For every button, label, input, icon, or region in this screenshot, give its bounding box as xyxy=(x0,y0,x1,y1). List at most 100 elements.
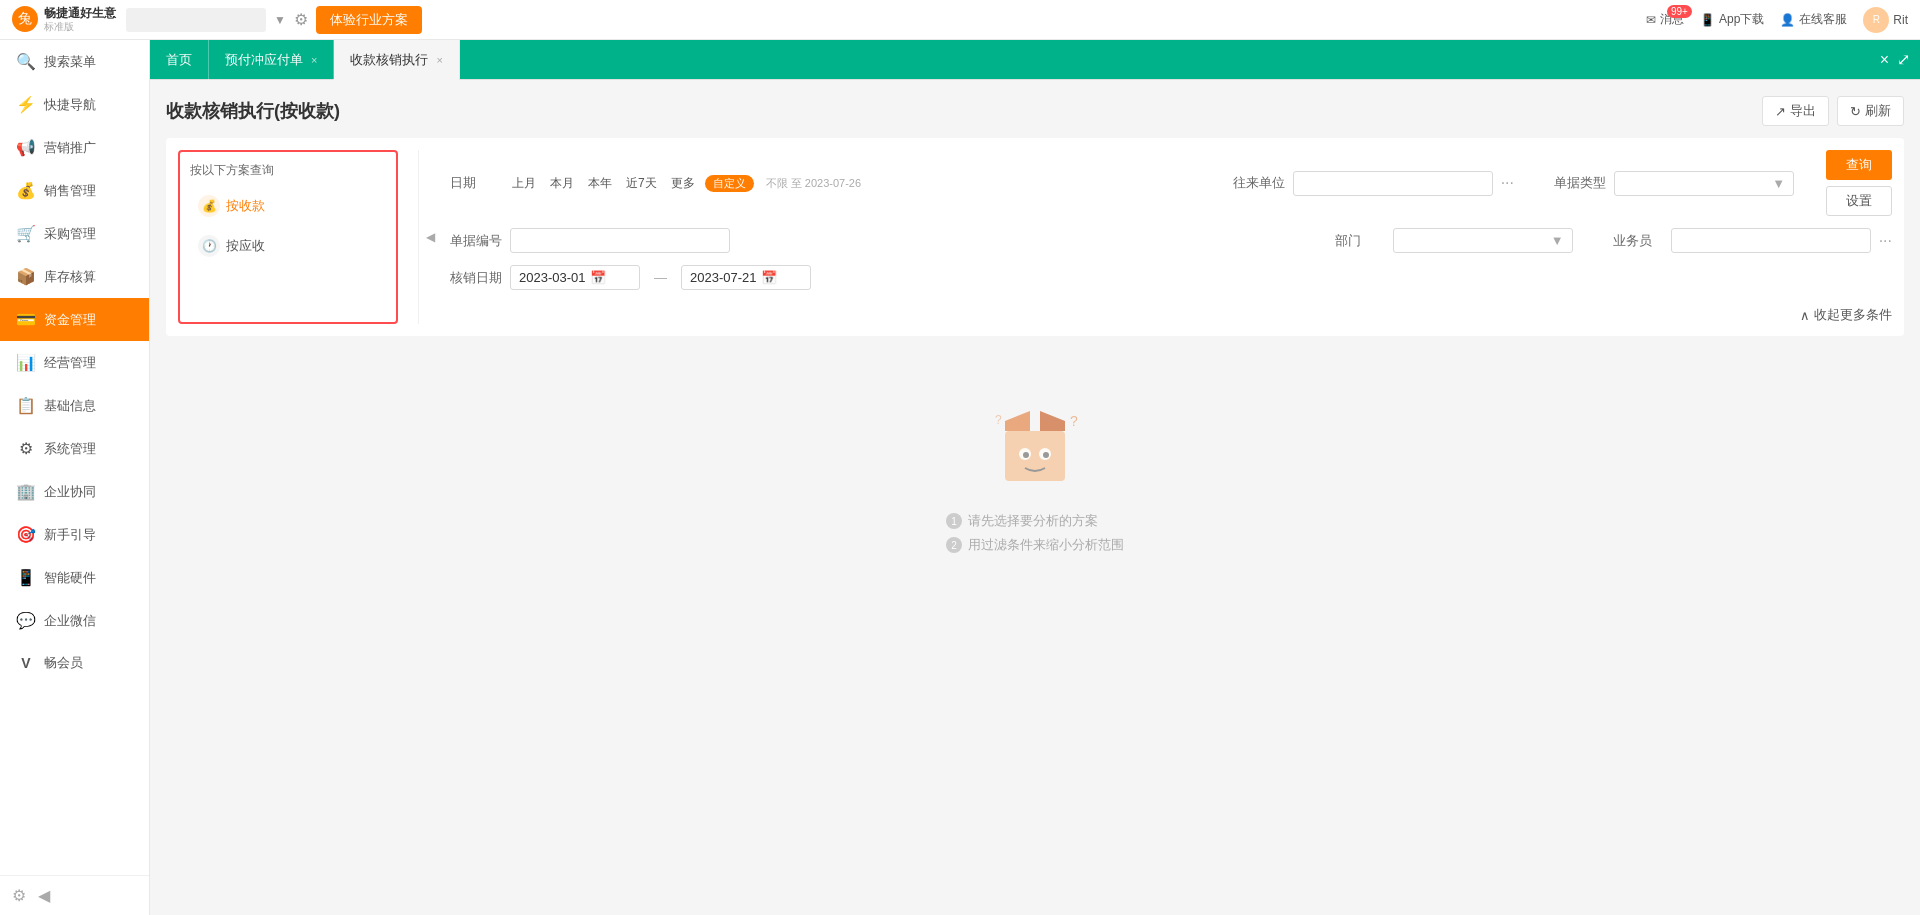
wechat-icon: 💬 xyxy=(16,611,36,630)
staff-more[interactable]: ··· xyxy=(1879,232,1892,250)
sidebar-item-search-menu[interactable]: 🔍 搜索菜单 xyxy=(0,40,149,83)
topbar-center: ▼ ⚙ 体验行业方案 xyxy=(126,6,1636,34)
sidebar-item-enterprise[interactable]: 🏢 企业协同 xyxy=(0,470,149,513)
counterpart-label: 往来单位 xyxy=(1233,174,1285,192)
filter-by-receipt[interactable]: 💰 按收款 xyxy=(190,189,386,223)
sidebar-item-hardware[interactable]: 📱 智能硬件 xyxy=(0,556,149,599)
verify-date-to-input[interactable]: 2023-07-21 📅 xyxy=(681,265,811,290)
topbar-dropdown-icon[interactable]: ▼ xyxy=(274,13,286,27)
sidebar-item-system[interactable]: ⚙ 系统管理 xyxy=(0,427,149,470)
sidebar-collapse-icon[interactable]: ◀ xyxy=(38,886,50,905)
marketing-icon: 📢 xyxy=(16,138,36,157)
sidebar-item-sales[interactable]: 💰 销售管理 xyxy=(0,169,149,212)
query-actions: 查询 设置 xyxy=(1826,150,1892,216)
sidebar-label-hardware: 智能硬件 xyxy=(44,569,96,587)
collapse-more-label: 收起更多条件 xyxy=(1814,306,1892,324)
tab-prepay-close[interactable]: × xyxy=(311,54,317,66)
svg-marker-2 xyxy=(1040,411,1065,431)
system-icon: ⚙ xyxy=(16,439,36,458)
verify-date-from-input[interactable]: 2023-03-01 📅 xyxy=(510,265,640,290)
sidebar-item-finance[interactable]: 💳 资金管理 xyxy=(0,298,149,341)
sidebar-label-member: 畅会员 xyxy=(44,654,83,672)
sidebar-item-marketing[interactable]: 📢 营销推广 xyxy=(0,126,149,169)
operations-icon: 📊 xyxy=(16,353,36,372)
sidebar-label-marketing: 营销推广 xyxy=(44,139,96,157)
collapse-more-btn[interactable]: ∧ 收起更多条件 xyxy=(1800,306,1892,324)
date-last-month[interactable]: 上月 xyxy=(508,173,540,194)
verify-date-field: 核销日期 2023-03-01 📅 — 2023-07-21 📅 xyxy=(450,265,811,290)
sidebar-item-quick-nav[interactable]: ⚡ 快捷导航 xyxy=(0,83,149,126)
query-btn[interactable]: 查询 xyxy=(1826,150,1892,180)
calendar-to-icon[interactable]: 📅 xyxy=(761,270,777,285)
page-header-actions: ↗ 导出 ↻ 刷新 xyxy=(1762,96,1904,126)
sidebar-item-purchase[interactable]: 🛒 采购管理 xyxy=(0,212,149,255)
date-field: 日期 上月 本月 本年 近7天 更多 自定义 xyxy=(450,173,861,194)
sidebar-label-basic-info: 基础信息 xyxy=(44,397,96,415)
tab-collection[interactable]: 收款核销执行 × xyxy=(334,40,459,80)
date-this-year[interactable]: 本年 xyxy=(584,173,616,194)
sidebar-item-inventory[interactable]: 📦 库存核算 xyxy=(0,255,149,298)
doc-type-select[interactable]: ▼ xyxy=(1614,171,1794,196)
purchase-icon: 🛒 xyxy=(16,224,36,243)
export-btn[interactable]: ↗ 导出 xyxy=(1762,96,1829,126)
tab-close-all-icon[interactable]: × xyxy=(1880,51,1889,69)
brand-version: 标准版 xyxy=(44,21,116,33)
online-service-btn[interactable]: 👤 在线客服 xyxy=(1780,11,1847,28)
inventory-icon: 📦 xyxy=(16,267,36,286)
dept-select[interactable]: ▼ xyxy=(1393,228,1573,253)
tip1-text: 请先选择要分析的方案 xyxy=(968,512,1098,530)
empty-illustration: ? ? xyxy=(975,396,1095,496)
sidebar-label-system: 系统管理 xyxy=(44,440,96,458)
user-profile[interactable]: R Rit xyxy=(1863,7,1908,33)
staff-label: 业务员 xyxy=(1613,232,1663,250)
topbar-settings-icon[interactable]: ⚙ xyxy=(294,10,308,29)
refresh-btn[interactable]: ↻ 刷新 xyxy=(1837,96,1904,126)
sidebar-item-operations[interactable]: 📊 经营管理 xyxy=(0,341,149,384)
counterpart-field: 往来单位 ··· xyxy=(1233,171,1514,196)
svg-marker-1 xyxy=(1005,411,1030,431)
tab-home[interactable]: 首页 xyxy=(150,40,209,80)
tab-prepay[interactable]: 预付冲应付单 × xyxy=(209,40,334,80)
sidebar-label-purchase: 采购管理 xyxy=(44,225,96,243)
sidebar-item-basic-info[interactable]: 📋 基础信息 xyxy=(0,384,149,427)
tip1-num: 1 xyxy=(946,513,962,529)
date-custom-badge[interactable]: 自定义 xyxy=(705,175,754,192)
filter-by-receivable[interactable]: 🕐 按应收 xyxy=(190,229,386,263)
doc-num-input[interactable] xyxy=(510,228,730,253)
filter-row-2: 单据编号 部门 ▼ xyxy=(450,228,1892,253)
sidebar-item-guide[interactable]: 🎯 新手引导 xyxy=(0,513,149,556)
page-header: 收款核销执行(按收款) ↗ 导出 ↻ 刷新 xyxy=(166,96,1904,126)
doc-num-field: 单据编号 xyxy=(450,228,730,253)
sidebar-item-wechat[interactable]: 💬 企业微信 xyxy=(0,599,149,642)
tab-collection-close[interactable]: × xyxy=(436,54,442,66)
industry-btn[interactable]: 体验行业方案 xyxy=(316,6,422,34)
message-btn[interactable]: ✉ 消息 99+ xyxy=(1646,11,1684,28)
doc-type-chevron-icon: ▼ xyxy=(1772,176,1785,191)
tab-expand-icon[interactable]: ⤢ xyxy=(1897,50,1910,69)
svg-text:?: ? xyxy=(995,413,1002,427)
filter-collapse-btn[interactable]: ◀ xyxy=(418,150,438,324)
app-icon: 📱 xyxy=(1700,13,1715,27)
settings-btn[interactable]: 设置 xyxy=(1826,186,1892,216)
dept-chevron-icon: ▼ xyxy=(1551,233,1564,248)
date-more[interactable]: 更多 xyxy=(667,173,699,194)
app-download-btn[interactable]: 📱 App下载 xyxy=(1700,11,1764,28)
tip2-text: 用过滤条件来缩小分析范围 xyxy=(968,536,1124,554)
date-this-month[interactable]: 本月 xyxy=(546,173,578,194)
counterpart-more[interactable]: ··· xyxy=(1501,174,1514,192)
guide-icon: 🎯 xyxy=(16,525,36,544)
sidebar-bottom: ⚙ ◀ xyxy=(0,875,149,915)
search-menu-icon: 🔍 xyxy=(16,52,36,71)
message-badge: 99+ xyxy=(1667,5,1692,18)
main-layout: 🔍 搜索菜单 ⚡ 快捷导航 📢 营销推广 💰 销售管理 🛒 采购管理 📦 库存核… xyxy=(0,40,1920,915)
service-label: 在线客服 xyxy=(1799,11,1847,28)
sidebar-item-member[interactable]: V 畅会员 xyxy=(0,642,149,684)
counterpart-input[interactable] xyxy=(1293,171,1493,196)
date-last-7[interactable]: 近7天 xyxy=(622,173,661,194)
staff-input[interactable] xyxy=(1671,228,1871,253)
filter-panel-title: 按以下方案查询 xyxy=(190,162,386,179)
calendar-from-icon[interactable]: 📅 xyxy=(590,270,606,285)
sidebar: 🔍 搜索菜单 ⚡ 快捷导航 📢 营销推广 💰 销售管理 🛒 采购管理 📦 库存核… xyxy=(0,40,150,915)
sidebar-settings-icon[interactable]: ⚙ xyxy=(12,886,26,905)
tab-prepay-label: 预付冲应付单 xyxy=(225,51,303,69)
